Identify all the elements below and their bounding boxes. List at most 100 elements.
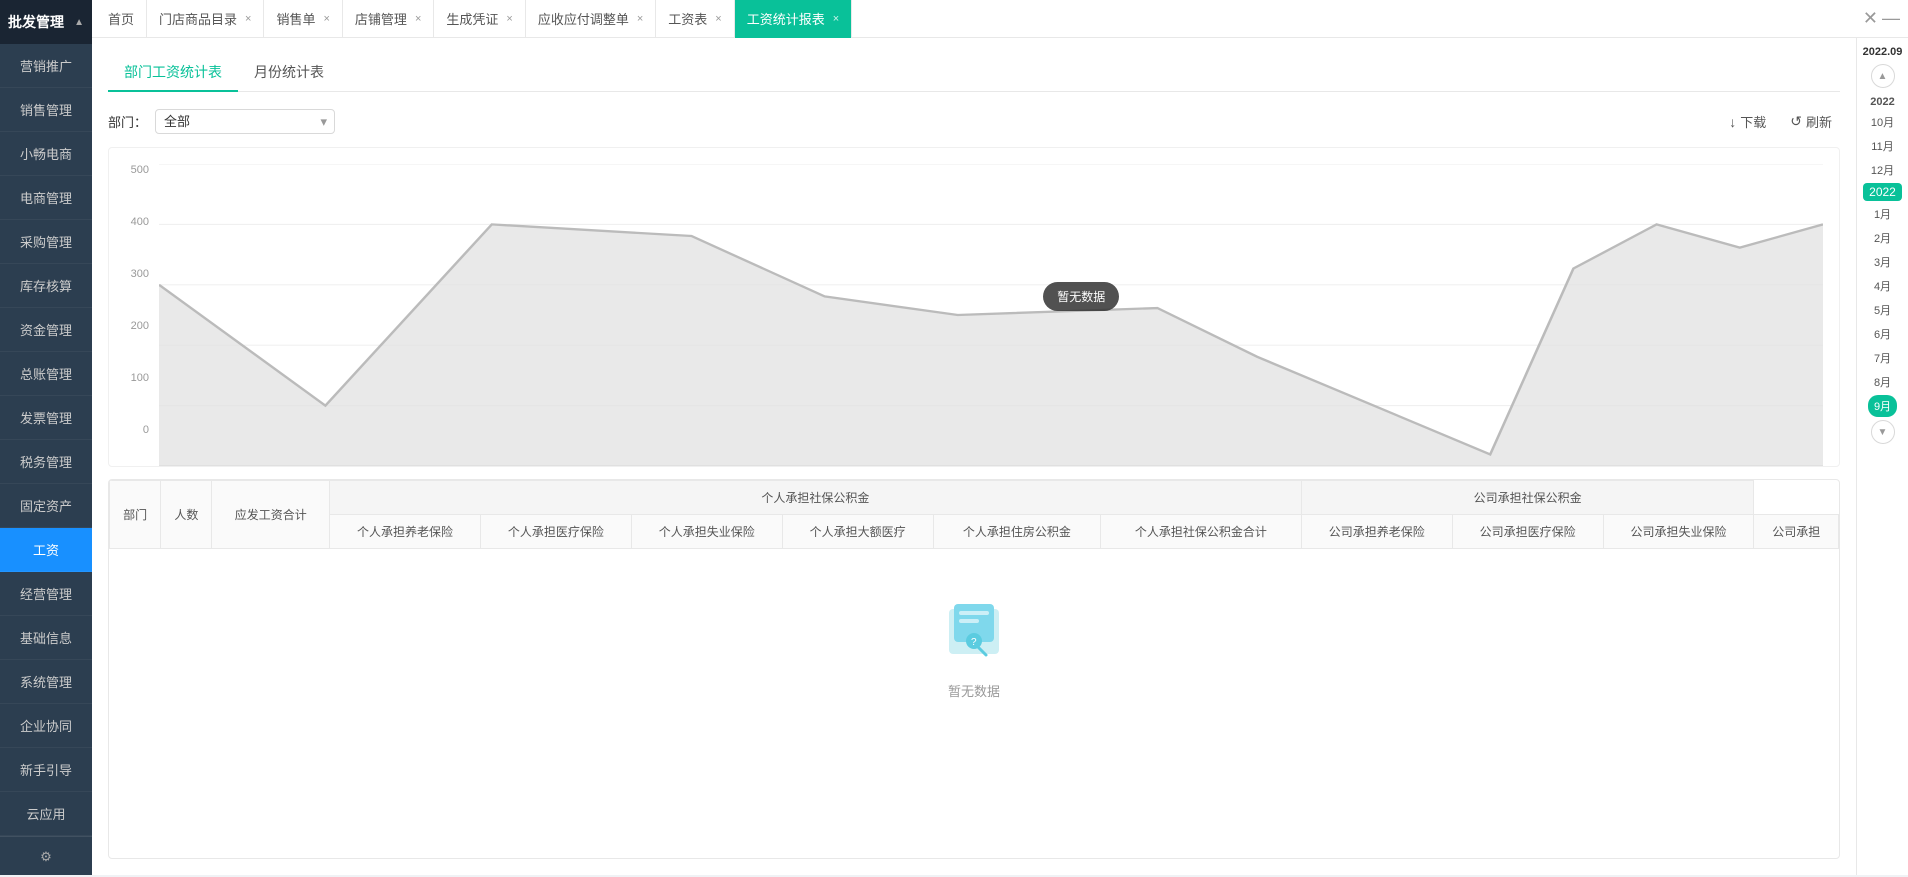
tab-ar-ap[interactable]: 应收应付调整单 × [526, 0, 656, 38]
sidebar-item-tax[interactable]: 税务管理 [0, 440, 92, 484]
sidebar-item-basic-info[interactable]: 基础信息 [0, 616, 92, 660]
download-button[interactable]: ↓ 下载 [1721, 108, 1774, 135]
th-dept: 部门 [110, 481, 161, 549]
sidebar-title[interactable]: 批发管理 ▲ [0, 0, 92, 44]
tab-payroll-label: 工资表 [668, 9, 707, 28]
tab-voucher-label: 生成凭证 [446, 9, 498, 28]
sidebar-item-ledger[interactable]: 总账管理 [0, 352, 92, 396]
sidebar-item-payroll[interactable]: 工资 [0, 528, 92, 572]
timeline-header: 2022.09 [1863, 46, 1903, 58]
tab-ar-ap-label: 应收应付调整单 [538, 9, 629, 28]
sidebar-item-collab[interactable]: 企业协同 [0, 704, 92, 748]
tab-store-catalog[interactable]: 门店商品目录 × [147, 0, 264, 38]
sidebar-item-cloud[interactable]: 云应用 [0, 792, 92, 836]
th-personal-total: 个人承担社保公积金合计 [1101, 515, 1302, 549]
timeline-month-apr[interactable]: 4月 [1868, 275, 1897, 297]
sidebar-item-ecommerce-small[interactable]: 小畅电商 [0, 132, 92, 176]
sidebar-collapse-icon: ▲ [74, 17, 84, 28]
sidebar-item-marketing[interactable]: 营销推广 [0, 44, 92, 88]
y-label-200: 200 [131, 320, 149, 332]
th-personal-housing: 个人承担住房公积金 [933, 515, 1100, 549]
dept-filter-label: 部门： [108, 112, 147, 131]
tab-payroll-report[interactable]: 工资统计报表 × [735, 0, 852, 38]
page-content: 部门工资统计表 月份统计表 部门： 全部 ↓ 下载 [92, 38, 1856, 875]
settings-icon[interactable]: ⚙ [0, 836, 92, 877]
timeline-up-nav[interactable]: ▲ [1871, 64, 1895, 88]
sidebar-item-assets[interactable]: 固定资产 [0, 484, 92, 528]
sub-tab-month[interactable]: 月份统计表 [238, 54, 340, 92]
refresh-button[interactable]: ↺ 刷新 [1782, 108, 1840, 135]
timeline-month-jan[interactable]: 1月 [1868, 203, 1897, 225]
tab-payroll-report-label: 工资统计报表 [747, 9, 825, 28]
timeline-month-oct[interactable]: 10月 [1865, 111, 1900, 133]
th-company-pension: 公司承担养老保险 [1301, 515, 1452, 549]
sidebar-item-purchase[interactable]: 采购管理 [0, 220, 92, 264]
tab-voucher-close[interactable]: × [506, 13, 512, 25]
th-personal-unemploy: 个人承担失业保险 [631, 515, 782, 549]
tab-store-management-label: 店铺管理 [355, 9, 407, 28]
sidebar-item-guide[interactable]: 新手引导 [0, 748, 92, 792]
chart-svg [159, 164, 1823, 466]
timeline-month-jun[interactable]: 6月 [1868, 323, 1897, 345]
minimize-icon[interactable]: — [1882, 8, 1900, 29]
sidebar: 批发管理 ▲ 营销推广 销售管理 小畅电商 电商管理 采购管理 库存核算 资金管… [0, 0, 92, 875]
timeline-month-may[interactable]: 5月 [1868, 299, 1897, 321]
timeline-month-nov[interactable]: 11月 [1865, 135, 1899, 157]
y-label-300: 300 [131, 268, 149, 280]
refresh-label: 刷新 [1806, 112, 1832, 131]
sidebar-item-ecommerce[interactable]: 电商管理 [0, 176, 92, 220]
sidebar-item-finance[interactable]: 资金管理 [0, 308, 92, 352]
tab-store-management[interactable]: 店铺管理 × [343, 0, 434, 38]
timeline-month-dec[interactable]: 12月 [1865, 159, 1900, 181]
tab-ar-ap-close[interactable]: × [637, 13, 643, 25]
svg-text:?: ? [971, 637, 977, 648]
sidebar-item-invoice[interactable]: 发票管理 [0, 396, 92, 440]
chart-y-labels: 500 400 300 200 100 0 [109, 164, 157, 436]
sidebar-item-inventory[interactable]: 库存核算 [0, 264, 92, 308]
empty-row: ? 暂无数据 [110, 549, 1839, 741]
sub-tab-dept[interactable]: 部门工资统计表 [108, 54, 238, 92]
content-area: 部门工资统计表 月份统计表 部门： 全部 ↓ 下载 [92, 38, 1908, 875]
tab-sales-order-label: 销售单 [276, 9, 315, 28]
timeline-month-sep[interactable]: 9月 [1868, 395, 1897, 417]
th-company-medical: 公司承担医疗保险 [1452, 515, 1603, 549]
sidebar-item-sales[interactable]: 销售管理 [0, 88, 92, 132]
th-company-more: 公司承担 [1754, 515, 1839, 549]
y-label-500: 500 [131, 164, 149, 176]
tab-payroll-report-close[interactable]: × [833, 13, 839, 25]
timeline-month-feb[interactable]: 2月 [1868, 227, 1897, 249]
close-all-icon[interactable]: ✕ [1863, 8, 1878, 29]
tab-sales-order[interactable]: 销售单 × [264, 0, 342, 38]
timeline-month-mar[interactable]: 3月 [1868, 251, 1897, 273]
timeline-month-jul[interactable]: 7月 [1868, 347, 1897, 369]
tab-payroll-close[interactable]: × [715, 13, 721, 25]
tab-voucher[interactable]: 生成凭证 × [434, 0, 525, 38]
tab-sales-order-close[interactable]: × [323, 13, 329, 25]
sidebar-item-operations[interactable]: 经营管理 [0, 572, 92, 616]
tab-payroll[interactable]: 工资表 × [656, 0, 734, 38]
main-area: 首页 门店商品目录 × 销售单 × 店铺管理 × 生成凭证 × 应收应付调整单 … [92, 0, 1908, 875]
tab-store-management-close[interactable]: × [415, 13, 421, 25]
timeline-down-nav[interactable]: ▼ [1871, 420, 1895, 444]
timeline-year-2023-badge[interactable]: 2022 [1863, 183, 1902, 201]
timeline-panel: 2022.09 ▲ 2022 10月 11月 12月 2022 1月 2月 3月… [1856, 38, 1908, 875]
empty-text: 暂无数据 [948, 681, 1000, 700]
tab-store-catalog-label: 门店商品目录 [159, 9, 237, 28]
dept-select-wrapper: 全部 [155, 109, 335, 134]
table-container[interactable]: 部门 人数 应发工资合计 个人承担社保公积金 公司承担社保公积金 个人承担养老保… [108, 479, 1840, 859]
sidebar-title-label: 批发管理 [8, 12, 64, 32]
timeline-month-aug[interactable]: 8月 [1868, 371, 1897, 393]
th-personal-group: 个人承担社保公积金 [330, 481, 1302, 515]
tab-bar-actions: ✕ — [1863, 8, 1900, 29]
dept-select[interactable]: 全部 [155, 109, 335, 134]
refresh-icon: ↺ [1790, 113, 1802, 130]
tab-home[interactable]: 首页 [100, 0, 147, 38]
sub-tab-bar: 部门工资统计表 月份统计表 [108, 54, 1840, 92]
sidebar-item-system[interactable]: 系统管理 [0, 660, 92, 704]
th-personal-medical: 个人承担医疗保险 [480, 515, 631, 549]
action-buttons: ↓ 下载 ↺ 刷新 [1721, 108, 1840, 135]
tab-store-catalog-close[interactable]: × [245, 13, 251, 25]
filter-row: 部门： 全部 [108, 109, 335, 134]
tab-home-label: 首页 [108, 9, 134, 28]
th-personal-major-medical: 个人承担大额医疗 [782, 515, 933, 549]
